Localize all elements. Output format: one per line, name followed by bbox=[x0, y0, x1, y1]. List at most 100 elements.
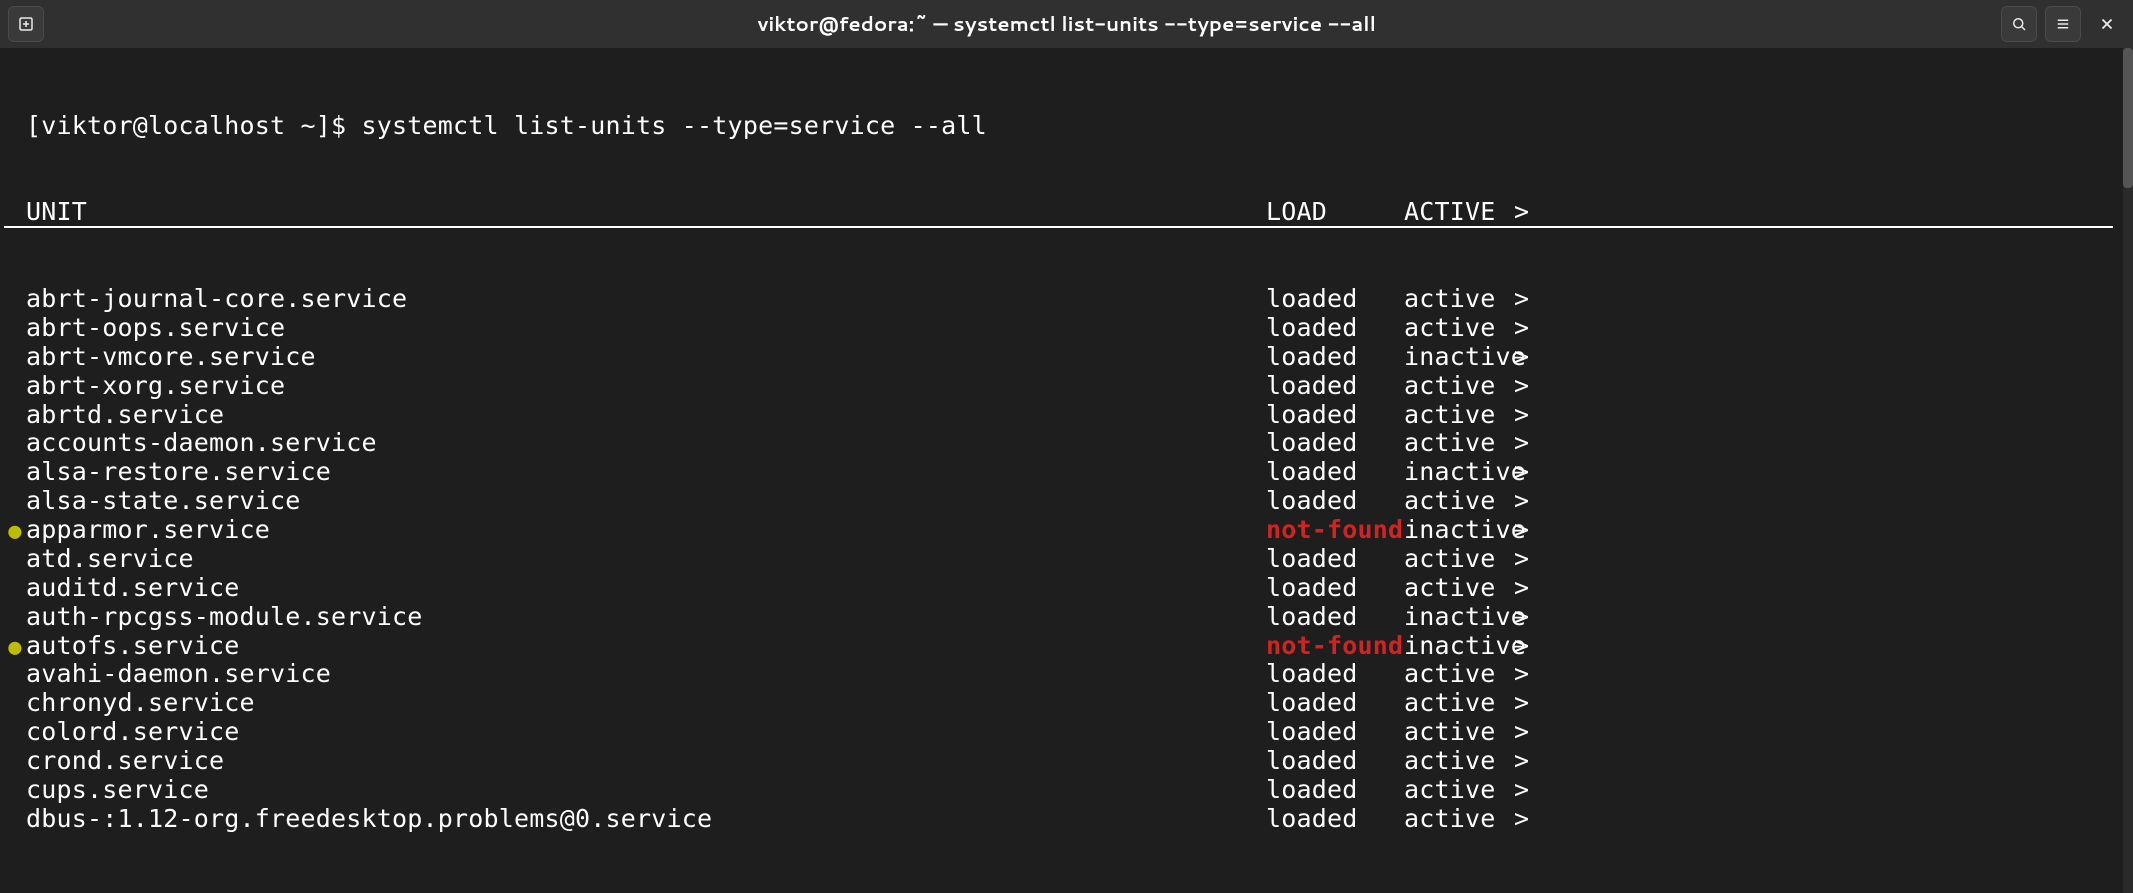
service-row: accounts-daemon.serviceloadedactive> bbox=[4, 429, 2123, 458]
prompt: [viktor@localhost ~]$ bbox=[26, 112, 362, 141]
header-underline bbox=[4, 226, 2113, 228]
trail-gt: > bbox=[1514, 545, 1529, 574]
trail-gt: > bbox=[1514, 574, 1529, 603]
unit-name: alsa-state.service bbox=[26, 487, 1266, 516]
unit-name: auth-rpcgss-module.service bbox=[26, 603, 1266, 632]
new-tab-button[interactable] bbox=[8, 6, 44, 42]
load-status: not-found bbox=[1266, 632, 1404, 661]
service-row: crond.serviceloadedactive> bbox=[4, 747, 2123, 776]
active-status: active bbox=[1404, 429, 1514, 458]
active-status: active bbox=[1404, 747, 1514, 776]
unit-name: crond.service bbox=[26, 747, 1266, 776]
col-active: ACTIVE bbox=[1404, 198, 1514, 227]
unit-name: cups.service bbox=[26, 776, 1266, 805]
active-status: active bbox=[1404, 372, 1514, 401]
service-row: ●autofs.servicenot-foundinactive> bbox=[4, 632, 2123, 661]
column-header-row: UNITLOADACTIVE> bbox=[4, 198, 2123, 227]
active-status: active bbox=[1404, 545, 1514, 574]
col-unit: UNIT bbox=[26, 198, 1266, 227]
load-status: loaded bbox=[1266, 776, 1404, 805]
scrollbar[interactable] bbox=[2123, 48, 2133, 893]
active-status: inactive bbox=[1404, 516, 1514, 545]
unit-name: alsa-restore.service bbox=[26, 458, 1266, 487]
unit-name: autofs.service bbox=[26, 632, 1266, 661]
load-status: loaded bbox=[1266, 805, 1404, 834]
load-status: loaded bbox=[1266, 343, 1404, 372]
unit-name: dbus-:1.12-org.freedesktop.problems@0.se… bbox=[26, 805, 1266, 834]
active-status: inactive bbox=[1404, 458, 1514, 487]
unit-name: abrt-oops.service bbox=[26, 314, 1266, 343]
status-bullet-icon: ● bbox=[4, 519, 26, 544]
service-row: cups.serviceloadedactive> bbox=[4, 776, 2123, 805]
unit-name: avahi-daemon.service bbox=[26, 660, 1266, 689]
load-status: loaded bbox=[1266, 545, 1404, 574]
close-button[interactable] bbox=[2089, 6, 2125, 42]
trail-gt: > bbox=[1514, 429, 1529, 458]
load-status: loaded bbox=[1266, 401, 1404, 430]
service-row: chronyd.serviceloadedactive> bbox=[4, 689, 2123, 718]
trail-gt: > bbox=[1514, 314, 1529, 343]
active-status: inactive bbox=[1404, 632, 1514, 661]
service-row: abrt-xorg.serviceloadedactive> bbox=[4, 372, 2123, 401]
active-status: active bbox=[1404, 660, 1514, 689]
trail-gt: > bbox=[1514, 747, 1529, 776]
load-status: loaded bbox=[1266, 718, 1404, 747]
trail-gt: > bbox=[1514, 372, 1529, 401]
service-row: alsa-restore.serviceloadedinactive> bbox=[4, 458, 2123, 487]
service-row: abrt-vmcore.serviceloadedinactive> bbox=[4, 343, 2123, 372]
service-row: auditd.serviceloadedactive> bbox=[4, 574, 2123, 603]
service-row: atd.serviceloadedactive> bbox=[4, 545, 2123, 574]
service-row: alsa-state.serviceloadedactive> bbox=[4, 487, 2123, 516]
trail-gt: > bbox=[1514, 516, 1529, 545]
service-row: abrtd.serviceloadedactive> bbox=[4, 401, 2123, 430]
active-status: active bbox=[1404, 689, 1514, 718]
unit-name: accounts-daemon.service bbox=[26, 429, 1266, 458]
trail-gt: > bbox=[1514, 343, 1529, 372]
trail-gt: > bbox=[1514, 198, 1529, 227]
trail-gt: > bbox=[1514, 487, 1529, 516]
col-load: LOAD bbox=[1266, 198, 1404, 227]
load-status: loaded bbox=[1266, 487, 1404, 516]
unit-name: abrtd.service bbox=[26, 401, 1266, 430]
service-row: auth-rpcgss-module.serviceloadedinactive… bbox=[4, 603, 2123, 632]
service-row: dbus-:1.12-org.freedesktop.problems@0.se… bbox=[4, 805, 2123, 834]
service-row: abrt-oops.serviceloadedactive> bbox=[4, 314, 2123, 343]
load-status: loaded bbox=[1266, 314, 1404, 343]
unit-name: colord.service bbox=[26, 718, 1266, 747]
unit-name: auditd.service bbox=[26, 574, 1266, 603]
trail-gt: > bbox=[1514, 805, 1529, 834]
window-title: viktor@fedora:~ — systemctl list-units -… bbox=[757, 10, 1376, 38]
terminal-output[interactable]: [viktor@localhost ~]$ systemctl list-uni… bbox=[0, 48, 2133, 869]
load-status: loaded bbox=[1266, 747, 1404, 776]
active-status: active bbox=[1404, 314, 1514, 343]
active-status: inactive bbox=[1404, 603, 1514, 632]
menu-button[interactable] bbox=[2045, 6, 2081, 42]
active-status: active bbox=[1404, 718, 1514, 747]
command-text: systemctl list-units --type=service --al… bbox=[362, 112, 987, 141]
load-status: loaded bbox=[1266, 574, 1404, 603]
unit-name: abrt-vmcore.service bbox=[26, 343, 1266, 372]
scrollbar-thumb[interactable] bbox=[2123, 48, 2133, 188]
load-status: loaded bbox=[1266, 458, 1404, 487]
unit-name: atd.service bbox=[26, 545, 1266, 574]
service-row: colord.serviceloadedactive> bbox=[4, 718, 2123, 747]
unit-name: abrt-journal-core.service bbox=[26, 285, 1266, 314]
service-row: avahi-daemon.serviceloadedactive> bbox=[4, 660, 2123, 689]
trail-gt: > bbox=[1514, 458, 1529, 487]
active-status: active bbox=[1404, 285, 1514, 314]
load-status: loaded bbox=[1266, 689, 1404, 718]
prompt-line: [viktor@localhost ~]$ systemctl list-uni… bbox=[4, 112, 2123, 141]
active-status: active bbox=[1404, 805, 1514, 834]
search-button[interactable] bbox=[2001, 6, 2037, 42]
active-status: active bbox=[1404, 776, 1514, 805]
active-status: active bbox=[1404, 401, 1514, 430]
load-status: not-found bbox=[1266, 516, 1404, 545]
unit-name: abrt-xorg.service bbox=[26, 372, 1266, 401]
trail-gt: > bbox=[1514, 689, 1529, 718]
trail-gt: > bbox=[1514, 401, 1529, 430]
trail-gt: > bbox=[1514, 718, 1529, 747]
trail-gt: > bbox=[1514, 632, 1529, 661]
load-status: loaded bbox=[1266, 603, 1404, 632]
status-bullet-icon: ● bbox=[4, 635, 26, 660]
load-status: loaded bbox=[1266, 429, 1404, 458]
